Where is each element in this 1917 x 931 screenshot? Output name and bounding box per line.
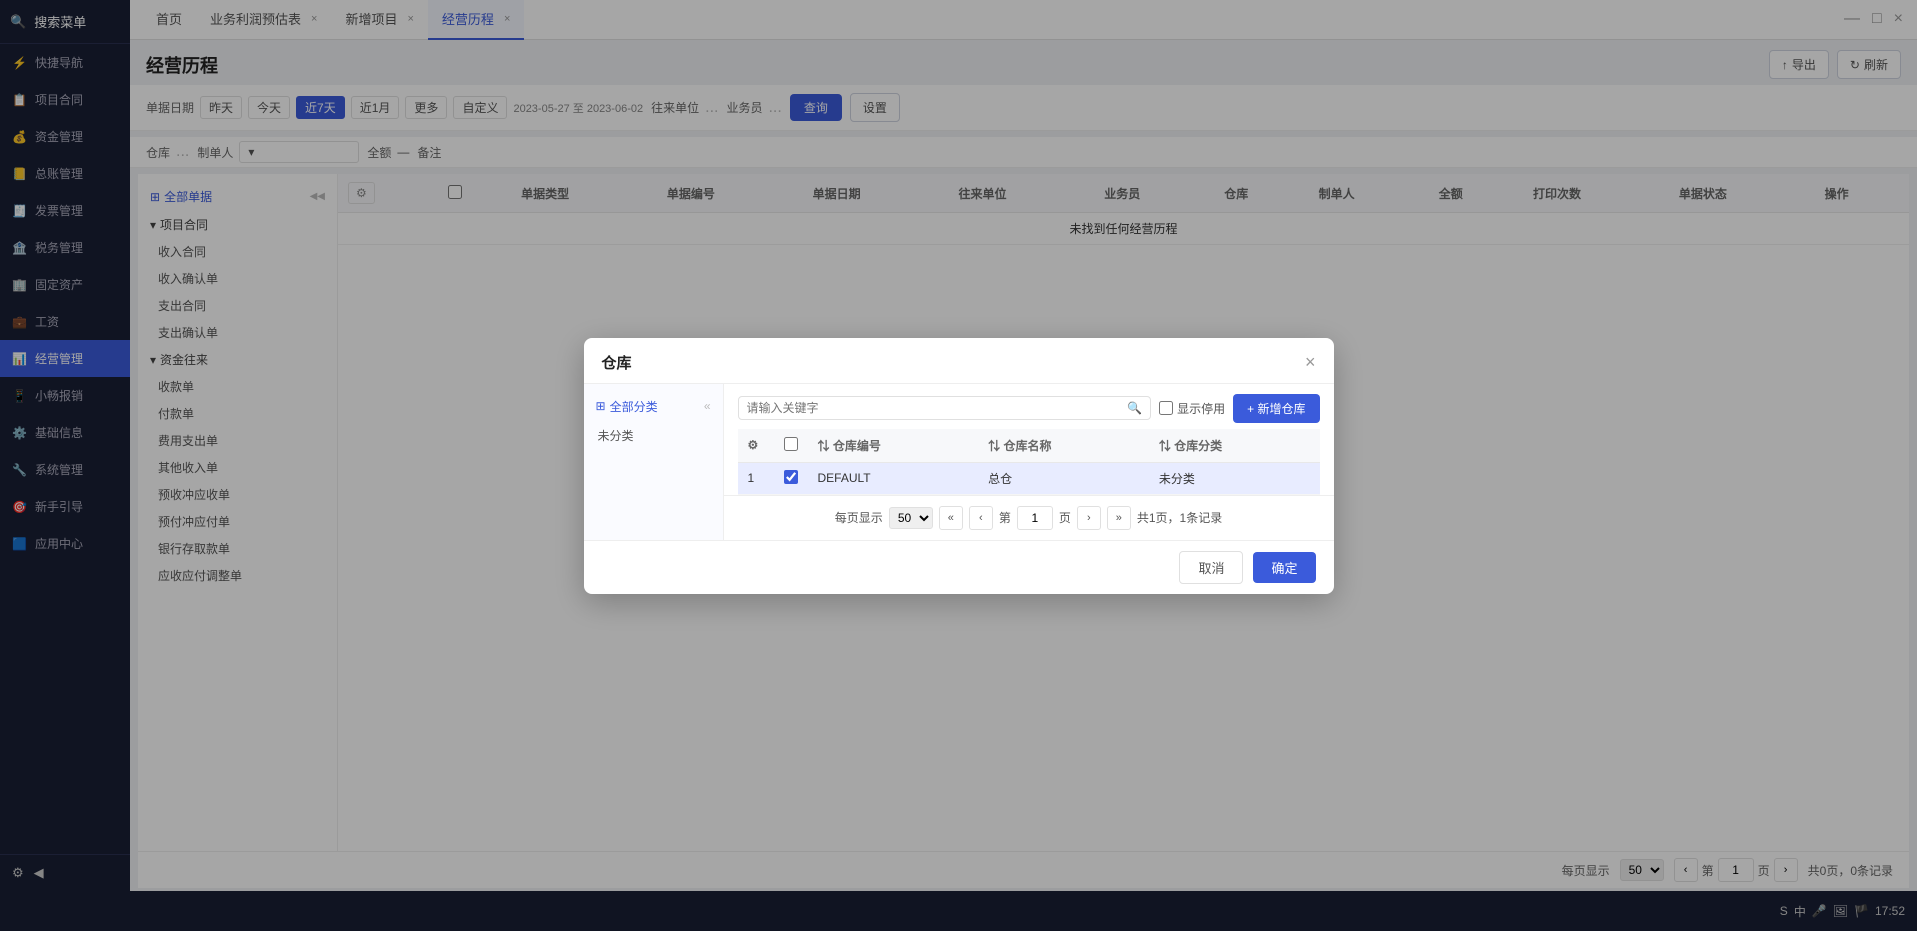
- dialog-select-all[interactable]: [784, 437, 798, 451]
- dialog-pagination: 每页显示 50 « ‹ 第 页 › » 共1页，1条记录: [724, 495, 1334, 540]
- dth-category[interactable]: ⇅ 仓库分类: [1149, 429, 1320, 463]
- dialog-overlay: 仓库 × ⊞ 全部分类 « 未分类: [0, 0, 1917, 931]
- dialog-search-input[interactable]: [747, 401, 1128, 415]
- dialog-last-btn[interactable]: »: [1107, 506, 1131, 530]
- col-label: 仓库分类: [1174, 439, 1222, 453]
- dialog-footer: 取消 确定: [584, 540, 1334, 594]
- confirm-button[interactable]: 确定: [1253, 552, 1315, 583]
- dth-settings[interactable]: ⚙: [738, 429, 774, 463]
- search-icon: 🔍: [1127, 401, 1142, 415]
- dialog-page-suffix: 页: [1059, 509, 1071, 526]
- dth-code[interactable]: ⇅ 仓库编号: [808, 429, 979, 463]
- dialog-header: 仓库 ×: [584, 338, 1334, 384]
- dth-name[interactable]: ⇅ 仓库名称: [978, 429, 1149, 463]
- sort-icon: ⇅: [818, 439, 830, 453]
- row-checkbox[interactable]: [774, 462, 808, 494]
- show-disabled-label: 显示停用: [1177, 400, 1225, 417]
- dialog-right-panel: 🔍 显示停用 + 新增仓库 ⚙: [724, 384, 1334, 540]
- dialog-category-unclassified[interactable]: 未分类: [584, 421, 723, 450]
- col-label: 仓库编号: [833, 439, 881, 453]
- collapse-left-icon[interactable]: «: [704, 399, 711, 413]
- dialog-table-wrap: ⚙ ⇅ 仓库编号 ⇅ 仓库名称: [724, 429, 1334, 495]
- dialog-first-btn[interactable]: «: [939, 506, 963, 530]
- row-name: 总仓: [978, 462, 1149, 494]
- all-categories-label: 全部分类: [610, 398, 658, 415]
- dialog-page-input[interactable]: [1017, 506, 1053, 530]
- dialog-title: 仓库: [602, 352, 632, 373]
- table-row[interactable]: 1 DEFAULT 总仓 未分类: [738, 462, 1320, 494]
- add-warehouse-button[interactable]: + 新增仓库: [1233, 394, 1319, 423]
- warehouse-dialog: 仓库 × ⊞ 全部分类 « 未分类: [584, 338, 1334, 594]
- row-category: 未分类: [1149, 462, 1320, 494]
- cancel-button[interactable]: 取消: [1179, 551, 1243, 584]
- dialog-per-page-select[interactable]: 50: [889, 507, 933, 529]
- gear-icon: ⚙: [748, 438, 759, 452]
- dialog-prev-btn[interactable]: ‹: [969, 506, 993, 530]
- category-label: 未分类: [598, 429, 634, 443]
- dialog-warehouse-table: ⚙ ⇅ 仓库编号 ⇅ 仓库名称: [738, 429, 1320, 495]
- dialog-body: ⊞ 全部分类 « 未分类 🔍: [584, 384, 1334, 540]
- dialog-per-page-label: 每页显示: [835, 509, 883, 526]
- dialog-next-btn[interactable]: ›: [1077, 506, 1101, 530]
- dialog-all-categories[interactable]: ⊞ 全部分类 «: [584, 392, 723, 421]
- dialog-toolbar: 🔍 显示停用 + 新增仓库: [724, 384, 1334, 429]
- dialog-category-panel: ⊞ 全部分类 « 未分类: [584, 384, 724, 540]
- sort-icon: ⇅: [988, 439, 1000, 453]
- dialog-page-label: 第: [999, 509, 1011, 526]
- col-label: 仓库名称: [1004, 439, 1052, 453]
- row-id: 1: [748, 471, 755, 485]
- dth-checkbox[interactable]: [774, 429, 808, 463]
- row-code: DEFAULT: [808, 462, 979, 494]
- show-disabled-checkbox[interactable]: [1159, 401, 1173, 415]
- row-select-checkbox[interactable]: [784, 470, 798, 484]
- row-settings[interactable]: 1: [738, 462, 774, 494]
- dialog-search-box[interactable]: 🔍: [738, 396, 1152, 420]
- sort-icon: ⇅: [1159, 439, 1171, 453]
- dialog-total: 共1页，1条记录: [1137, 509, 1222, 526]
- grid-icon-small: ⊞: [596, 399, 606, 413]
- dialog-close-btn[interactable]: ×: [1305, 352, 1316, 373]
- show-disabled-toggle[interactable]: 显示停用: [1159, 400, 1225, 417]
